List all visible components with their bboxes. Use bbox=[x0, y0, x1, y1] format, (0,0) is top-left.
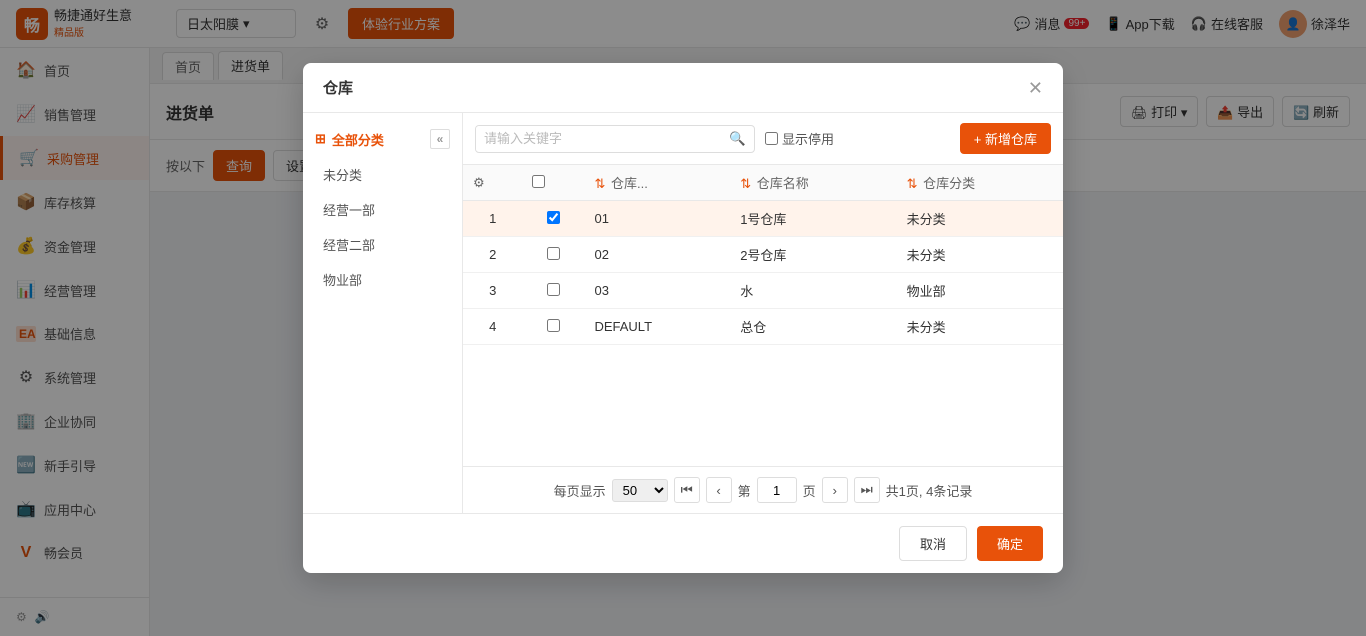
td-checkbox[interactable] bbox=[522, 309, 584, 345]
show-disabled-text: 显示停用 bbox=[782, 129, 834, 148]
row-checkbox[interactable] bbox=[547, 211, 560, 224]
modal-footer: 取消 确定 bbox=[303, 513, 1063, 573]
th-name-label: 仓库名称 bbox=[757, 176, 809, 191]
gear-icon: ⚙ bbox=[473, 175, 485, 190]
pagination: 每页显示 50 20 100 ⏮ ‹ 第 页 › ⏭ 共1页, 4条记录 bbox=[463, 466, 1063, 513]
th-category-label: 仓库分类 bbox=[923, 176, 975, 191]
modal-header: 仓库 ✕ bbox=[303, 63, 1063, 113]
td-checkbox[interactable] bbox=[522, 201, 584, 237]
td-category: 未分类 bbox=[897, 237, 1063, 273]
page-prev-button[interactable]: ‹ bbox=[706, 477, 732, 503]
category-item-unclassified[interactable]: 未分类 bbox=[303, 157, 462, 192]
total-label: 共1页, 4条记录 bbox=[886, 481, 973, 500]
row-checkbox[interactable] bbox=[547, 247, 560, 260]
table-row[interactable]: 2 02 2号仓库 未分类 bbox=[463, 237, 1063, 273]
modal-overlay: 仓库 ✕ ⊞ 全部分类 « 未分类 经营一部 经营二部 物业部 bbox=[0, 0, 1366, 636]
sort-icon: ⇅ bbox=[740, 176, 751, 191]
table-row[interactable]: 4 DEFAULT 总仓 未分类 bbox=[463, 309, 1063, 345]
search-box: 🔍 bbox=[475, 125, 755, 153]
page-di-label: 第 bbox=[738, 481, 751, 500]
td-settings: 3 bbox=[463, 273, 522, 309]
search-button[interactable]: 🔍 bbox=[721, 126, 754, 152]
table-row[interactable]: 1 01 1号仓库 未分类 bbox=[463, 201, 1063, 237]
td-code: 02 bbox=[584, 237, 730, 273]
th-settings: ⚙ bbox=[463, 165, 522, 201]
td-settings: 1 bbox=[463, 201, 522, 237]
table-row[interactable]: 3 03 水 物业部 bbox=[463, 273, 1063, 309]
category-all-label: 全部分类 bbox=[332, 130, 384, 149]
modal-body: ⊞ 全部分类 « 未分类 经营一部 经营二部 物业部 🔍 bbox=[303, 113, 1063, 513]
page-size-select[interactable]: 50 20 100 bbox=[612, 479, 668, 502]
show-disabled-checkbox[interactable] bbox=[765, 132, 778, 145]
category-header[interactable]: ⊞ 全部分类 « bbox=[303, 121, 462, 157]
td-checkbox[interactable] bbox=[522, 237, 584, 273]
show-disabled-label[interactable]: 显示停用 bbox=[765, 129, 834, 148]
select-all-checkbox[interactable] bbox=[532, 175, 545, 188]
table-scroll-area: ⚙ ⇅ 仓库... ⇅ 仓库名称 bbox=[463, 165, 1063, 466]
th-name[interactable]: ⇅ 仓库名称 bbox=[730, 165, 896, 201]
table-area: 🔍 显示停用 + 新增仓库 ⚙ bbox=[463, 113, 1063, 513]
td-name: 1号仓库 bbox=[730, 201, 896, 237]
row-checkbox[interactable] bbox=[547, 283, 560, 296]
th-category[interactable]: ⇅ 仓库分类 bbox=[897, 165, 1063, 201]
td-category: 物业部 bbox=[897, 273, 1063, 309]
td-name: 总仓 bbox=[730, 309, 896, 345]
sort-icon: ⇅ bbox=[907, 176, 918, 191]
cancel-button[interactable]: 取消 bbox=[899, 526, 967, 561]
td-code: 03 bbox=[584, 273, 730, 309]
warehouse-table: ⚙ ⇅ 仓库... ⇅ 仓库名称 bbox=[463, 165, 1063, 345]
th-code-label: 仓库... bbox=[611, 176, 648, 191]
th-code[interactable]: ⇅ 仓库... bbox=[584, 165, 730, 201]
search-input[interactable] bbox=[476, 126, 721, 151]
warehouse-modal: 仓库 ✕ ⊞ 全部分类 « 未分类 经营一部 经营二部 物业部 bbox=[303, 63, 1063, 573]
td-name: 水 bbox=[730, 273, 896, 309]
table-header-row: ⚙ ⇅ 仓库... ⇅ 仓库名称 bbox=[463, 165, 1063, 201]
row-checkbox[interactable] bbox=[547, 319, 560, 332]
page-next-button[interactable]: › bbox=[822, 477, 848, 503]
category-item-dept1[interactable]: 经营一部 bbox=[303, 192, 462, 227]
page-first-button[interactable]: ⏮ bbox=[674, 477, 700, 503]
td-settings: 2 bbox=[463, 237, 522, 273]
page-label: 页 bbox=[803, 481, 816, 500]
category-item-dept2[interactable]: 经营二部 bbox=[303, 227, 462, 262]
td-checkbox[interactable] bbox=[522, 273, 584, 309]
page-size-label: 每页显示 bbox=[554, 481, 606, 500]
modal-title: 仓库 bbox=[323, 77, 353, 98]
search-icon: 🔍 bbox=[729, 131, 746, 146]
category-item-property[interactable]: 物业部 bbox=[303, 262, 462, 297]
td-code: DEFAULT bbox=[584, 309, 730, 345]
modal-close-button[interactable]: ✕ bbox=[1028, 79, 1043, 97]
td-category: 未分类 bbox=[897, 309, 1063, 345]
td-category: 未分类 bbox=[897, 201, 1063, 237]
table-toolbar: 🔍 显示停用 + 新增仓库 bbox=[463, 113, 1063, 165]
add-warehouse-button[interactable]: + 新增仓库 bbox=[960, 123, 1051, 154]
page-number-input[interactable] bbox=[757, 477, 797, 503]
td-code: 01 bbox=[584, 201, 730, 237]
td-name: 2号仓库 bbox=[730, 237, 896, 273]
category-sidebar: ⊞ 全部分类 « 未分类 经营一部 经营二部 物业部 bbox=[303, 113, 463, 513]
page-last-button[interactable]: ⏭ bbox=[854, 477, 880, 503]
grid-icon: ⊞ bbox=[315, 131, 326, 147]
confirm-button[interactable]: 确定 bbox=[977, 526, 1043, 561]
sort-icon: ⇅ bbox=[594, 176, 605, 191]
collapse-button[interactable]: « bbox=[430, 129, 450, 149]
th-checkbox bbox=[522, 165, 584, 201]
td-settings: 4 bbox=[463, 309, 522, 345]
